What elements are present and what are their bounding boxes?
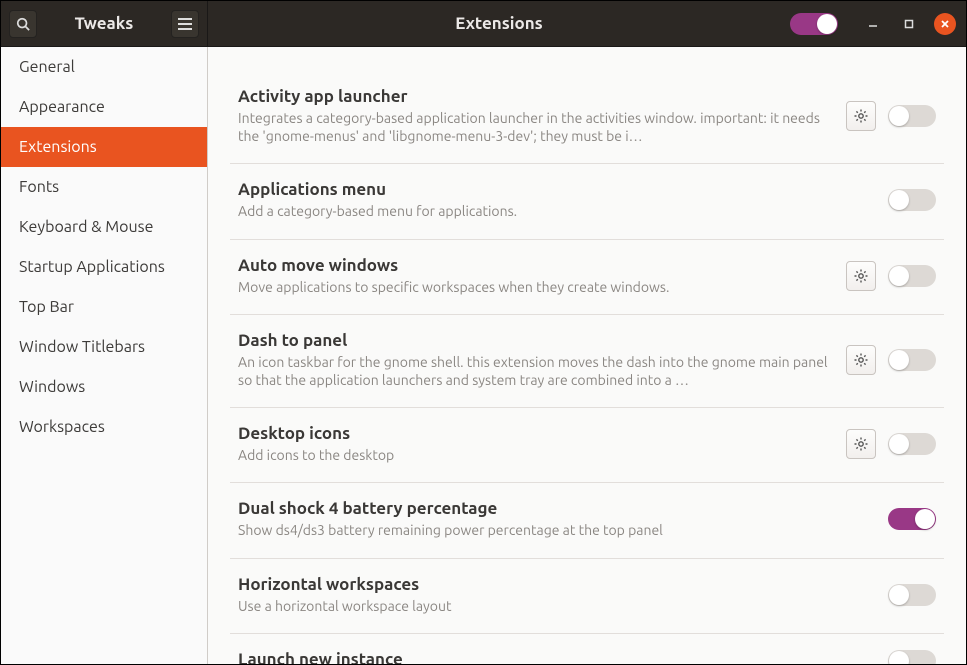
- sidebar-item-extensions[interactable]: Extensions: [1, 127, 207, 167]
- extension-settings-button[interactable]: [846, 429, 876, 459]
- extension-row: Activity app launcher Integrates a catego…: [230, 71, 944, 164]
- toggle-knob: [889, 266, 909, 286]
- sidebar: GeneralAppearanceExtensionsFontsKeyboard…: [1, 47, 208, 664]
- extension-text: Applications menu Add a category-based me…: [238, 180, 876, 220]
- extension-row: Dash to panel An icon taskbar for the gno…: [230, 315, 944, 408]
- extension-toggle[interactable]: [888, 189, 936, 211]
- extension-settings-button[interactable]: [846, 261, 876, 291]
- extension-description: Add icons to the desktop: [238, 446, 834, 464]
- gear-icon: [853, 108, 869, 124]
- toggle-knob: [889, 190, 909, 210]
- extension-toggle[interactable]: [888, 349, 936, 371]
- extension-text: Launch new instance: [238, 650, 876, 664]
- extension-text: Dual shock 4 battery percentage Show ds4/…: [238, 499, 876, 539]
- search-icon: [16, 17, 30, 31]
- extension-title: Horizontal workspaces: [238, 575, 876, 594]
- toggle-knob: [889, 350, 909, 370]
- app-title: Tweaks: [45, 14, 163, 33]
- extension-settings-button[interactable]: [846, 101, 876, 131]
- extensions-master-toggle[interactable]: [790, 13, 838, 35]
- extension-toggle[interactable]: [888, 508, 936, 530]
- sidebar-item-top-bar[interactable]: Top Bar: [1, 287, 207, 327]
- app-window: Tweaks Extensions Gener: [0, 0, 967, 665]
- extension-row: Desktop icons Add icons to the desktop: [230, 408, 944, 483]
- extension-description: Move applications to specific workspaces…: [238, 278, 834, 296]
- toggle-knob: [889, 106, 909, 126]
- page-title: Extensions: [455, 14, 542, 33]
- gear-icon: [853, 352, 869, 368]
- extension-row: Launch new instance: [230, 634, 944, 664]
- extension-toggle[interactable]: [888, 105, 936, 127]
- extension-title: Desktop icons: [238, 424, 834, 443]
- extension-title: Activity app launcher: [238, 87, 834, 106]
- extension-toggle[interactable]: [888, 650, 936, 664]
- extension-title: Launch new instance: [238, 650, 876, 664]
- extension-title: Dash to panel: [238, 331, 834, 350]
- sidebar-item-windows[interactable]: Windows: [1, 367, 207, 407]
- hamburger-menu-button[interactable]: [171, 10, 199, 38]
- extension-title: Dual shock 4 battery percentage: [238, 499, 876, 518]
- extension-row: Applications menu Add a category-based me…: [230, 164, 944, 239]
- content-area[interactable]: Activity app launcher Integrates a catego…: [208, 47, 966, 664]
- toggle-knob: [889, 585, 909, 605]
- extension-text: Desktop icons Add icons to the desktop: [238, 424, 834, 464]
- maximize-icon: [904, 19, 914, 29]
- sidebar-item-fonts[interactable]: Fonts: [1, 167, 207, 207]
- titlebar-center: Extensions: [208, 1, 790, 46]
- gear-icon: [853, 268, 869, 284]
- toggle-knob: [889, 434, 909, 454]
- extension-description: Integrates a category-based application …: [238, 109, 834, 145]
- extension-text: Auto move windows Move applications to sp…: [238, 256, 834, 296]
- titlebar: Tweaks Extensions: [1, 1, 966, 47]
- extension-row: Auto move windows Move applications to sp…: [230, 240, 944, 315]
- extension-description: Show ds4/ds3 battery remaining power per…: [238, 521, 876, 539]
- extension-row: Dual shock 4 battery percentage Show ds4/…: [230, 483, 944, 558]
- extension-toggle[interactable]: [888, 584, 936, 606]
- extension-description: Use a horizontal workspace layout: [238, 597, 876, 615]
- extension-settings-button[interactable]: [846, 345, 876, 375]
- sidebar-item-keyboard-mouse[interactable]: Keyboard & Mouse: [1, 207, 207, 247]
- titlebar-right: [790, 1, 966, 46]
- sidebar-item-appearance[interactable]: Appearance: [1, 87, 207, 127]
- minimize-button[interactable]: [862, 13, 884, 35]
- extension-title: Auto move windows: [238, 256, 834, 275]
- extension-text: Horizontal workspaces Use a horizontal wo…: [238, 575, 876, 615]
- search-button[interactable]: [9, 10, 37, 38]
- extension-row: Horizontal workspaces Use a horizontal wo…: [230, 559, 944, 634]
- extension-toggle[interactable]: [888, 433, 936, 455]
- titlebar-left: Tweaks: [1, 1, 208, 46]
- extension-toggle[interactable]: [888, 265, 936, 287]
- hamburger-icon: [178, 18, 192, 30]
- extension-text: Activity app launcher Integrates a catego…: [238, 87, 834, 145]
- extension-title: Applications menu: [238, 180, 876, 199]
- toggle-knob: [817, 14, 837, 34]
- close-button[interactable]: [934, 13, 956, 35]
- extensions-list: Activity app launcher Integrates a catego…: [208, 71, 966, 664]
- sidebar-item-startup-applications[interactable]: Startup Applications: [1, 247, 207, 287]
- sidebar-item-window-titlebars[interactable]: Window Titlebars: [1, 327, 207, 367]
- extension-description: Add a category-based menu for applicatio…: [238, 202, 876, 220]
- extension-text: Dash to panel An icon taskbar for the gno…: [238, 331, 834, 389]
- minimize-icon: [868, 19, 878, 29]
- maximize-button[interactable]: [898, 13, 920, 35]
- extension-description: An icon taskbar for the gnome shell. thi…: [238, 353, 834, 389]
- close-icon: [940, 19, 950, 29]
- body-area: GeneralAppearanceExtensionsFontsKeyboard…: [1, 47, 966, 664]
- sidebar-item-general[interactable]: General: [1, 47, 207, 87]
- sidebar-item-workspaces[interactable]: Workspaces: [1, 407, 207, 447]
- toggle-knob: [889, 651, 909, 664]
- toggle-knob: [915, 509, 935, 529]
- gear-icon: [853, 436, 869, 452]
